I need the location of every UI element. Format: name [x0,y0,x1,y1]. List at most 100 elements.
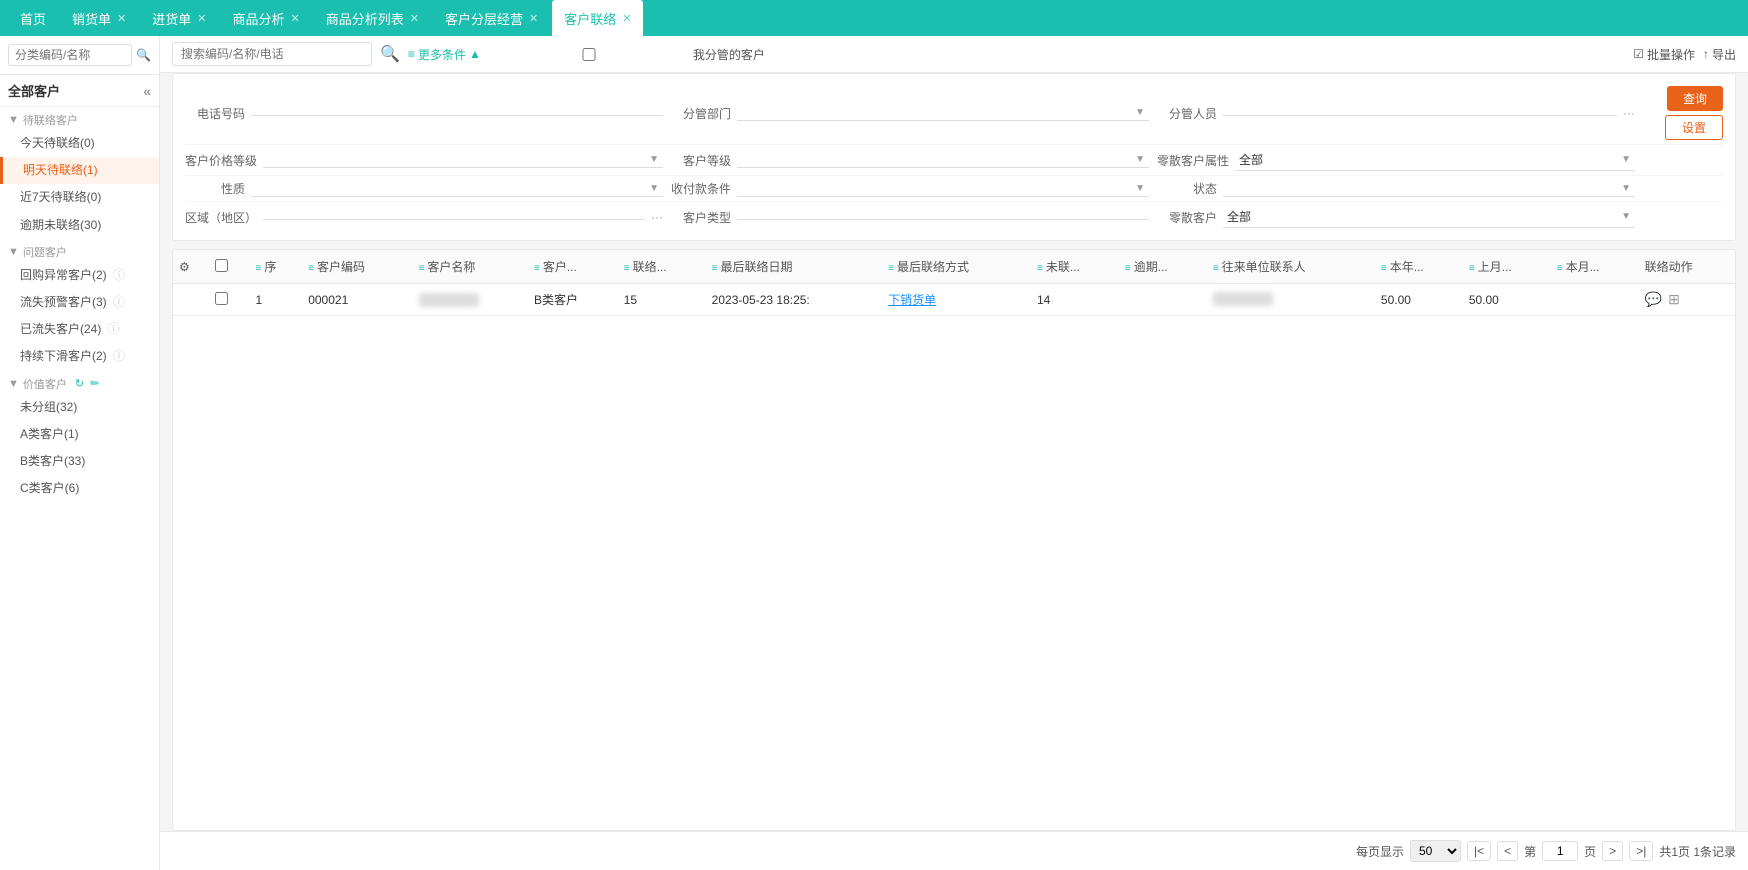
filter-actions: 查询 设置 [1643,86,1723,140]
info-icon2: ⓘ [113,295,125,309]
col-code: ≡客户编码 [302,250,412,284]
nav-home[interactable]: 首页 [8,0,58,36]
sidebar-search-input[interactable] [8,44,132,66]
search-input[interactable] [172,42,372,66]
col-name: ≡客户名称 [413,250,528,284]
customer-type-input[interactable] [737,215,1149,220]
col-settings[interactable]: ⚙ [173,250,209,284]
my-customers-checkbox-label[interactable]: 我分管的客户 [489,46,765,63]
status-select[interactable]: ▼ [1223,181,1635,197]
dept-select[interactable]: ▼ [737,105,1149,121]
sidebar-item-class-a[interactable]: A类客户(1) [0,421,159,448]
last-page-btn[interactable]: >| [1629,841,1653,861]
sidebar-item-class-b[interactable]: B类客户(33) [0,448,159,475]
nature-select[interactable]: ▼ [251,181,663,197]
edit-icon[interactable]: ✏ [90,377,99,390]
cell-no-contact: 14 [1031,284,1119,316]
close-goods-list-icon[interactable]: ✕ [410,12,419,25]
per-page-select[interactable]: 50 10 20 100 [1410,840,1461,862]
page-input[interactable] [1542,841,1578,861]
region-dots[interactable]: ··· [651,210,663,224]
customer-level-select[interactable]: ▼ [737,152,1149,168]
price-select-chevron: ▼ [649,154,659,165]
manager-input[interactable] [1223,111,1617,116]
filter-field-customer-type: 客户类型 [671,209,1149,226]
sidebar-item-class-c[interactable]: C类客户(6) [0,475,159,502]
export-btn[interactable]: ↑ 导出 [1703,46,1736,63]
filter-search-icon[interactable]: 🔍 [380,44,400,64]
my-customers-checkbox[interactable] [489,48,689,61]
close-purchase-icon[interactable]: ✕ [197,12,206,25]
filter-field-nature: 性质 ▼ [185,180,663,197]
sidebar-item-lost[interactable]: 已流失客户(24) ⓘ [0,316,159,343]
payment-select[interactable]: ▼ [737,181,1149,197]
col-this-year: ≡本年... [1375,250,1463,284]
filter-row-4: 区域（地区） ··· 客户类型 零散客户 全部 ▼ [185,202,1723,232]
close-goods-analysis-icon[interactable]: ✕ [291,12,300,25]
region-input[interactable] [263,215,645,220]
first-page-btn[interactable]: |< [1467,841,1491,861]
next-page-btn[interactable]: > [1602,841,1623,861]
cell-name: Ea [413,284,528,316]
cell-checkbox [209,284,249,316]
nav-customer-contact[interactable]: 客户联络 ✕ [552,0,643,36]
more-action-icon[interactable]: ⊞ [1668,291,1680,308]
col-type: ≡客户... [528,250,618,284]
arrow-down-icon2: ▼ [8,246,19,258]
manager-dots[interactable]: ··· [1623,106,1635,120]
retail-customer-select[interactable]: 全部 ▼ [1223,206,1635,228]
cell-settings [173,284,209,316]
refresh-icon[interactable]: ↻ [75,377,84,390]
row-checkbox[interactable] [215,292,228,305]
status-chevron: ▼ [1621,183,1631,194]
col-checkbox [209,250,249,284]
filter-bar: 🔍 ≡ 更多条件 ▲ 我分管的客户 ☑ 批量操作 ↑ 导出 [160,36,1748,73]
filter-row-2: 客户价格等级 ▼ 客户等级 ▼ 零散客户属性 全部 [185,145,1723,176]
sidebar-item-ungroup[interactable]: 未分组(32) [0,394,159,421]
arrow-down-icon3: ▼ [8,378,19,390]
sidebar-search-icon[interactable]: 🔍 [136,48,151,62]
prev-page-btn[interactable]: < [1497,841,1518,861]
collapse-icon[interactable]: « [143,83,151,99]
sidebar-item-tomorrow[interactable]: 明天待联络(1) [0,157,159,184]
info-icon3: ⓘ [108,322,120,336]
sidebar-item-7days[interactable]: 近7天待联络(0) [0,184,159,211]
col-contact: ≡联络... [618,250,706,284]
nav-goods-analysis-list[interactable]: 商品分析列表 ✕ [314,0,431,36]
price-level-select[interactable]: ▼ [263,152,663,168]
nav-customer-segment[interactable]: 客户分层经营 ✕ [433,0,550,36]
cell-this-month [1551,284,1639,316]
sidebar-item-overdue[interactable]: 逾期未联络(30) [0,212,159,239]
query-button[interactable]: 查询 [1667,86,1723,111]
more-conditions-btn[interactable]: ≡ 更多条件 ▲ [408,46,481,63]
cell-unit-contact: 联系人 [1207,284,1375,316]
contact-action-icon[interactable]: 💬 [1645,291,1662,308]
sidebar-item-lostwarning[interactable]: 流失预警客户(3) ⓘ [0,289,159,316]
sidebar-search-area: 🔍 [0,36,159,75]
col-no: ≡序 [250,250,303,284]
col-overdue: ≡逾期... [1119,250,1207,284]
nav-goods-analysis[interactable]: 商品分析 ✕ [220,0,311,36]
nav-purchase[interactable]: 进货单 ✕ [140,0,218,36]
cell-last-date: 2023-05-23 18:25: [706,284,882,316]
settings-button[interactable]: 设置 [1665,115,1723,140]
filter-field-dept: 分管部门 ▼ [671,105,1149,122]
batch-op-btn[interactable]: ☑ 批量操作 [1633,46,1695,63]
filter-field-price-level: 客户价格等级 ▼ [185,152,663,169]
col-this-month: ≡本月... [1551,250,1639,284]
sidebar-item-abnormal[interactable]: 回购异常客户(2) ⓘ [0,262,159,289]
col-action: 联络动作 [1639,250,1735,284]
top-nav: 首页 销货单 ✕ 进货单 ✕ 商品分析 ✕ 商品分析列表 ✕ 客户分层经营 ✕ … [0,0,1748,36]
export-icon: ↑ [1703,47,1709,61]
filter-row-3: 性质 ▼ 收付款条件 ▼ 状态 [185,176,1723,202]
nav-sales[interactable]: 销货单 ✕ [60,0,138,36]
sidebar-item-today[interactable]: 今天待联络(0) [0,130,159,157]
retail-attr-select[interactable]: 全部 ▼ [1235,149,1635,171]
sidebar-item-declining[interactable]: 持续下滑客户(2) ⓘ [0,343,159,370]
close-segment-icon[interactable]: ✕ [529,12,538,25]
close-sales-icon[interactable]: ✕ [117,12,126,25]
close-contact-icon[interactable]: ✕ [622,12,631,25]
phone-input[interactable] [251,111,663,116]
last-contact-way-link[interactable]: 下销货单 [888,293,936,307]
select-all-checkbox[interactable] [215,259,228,272]
